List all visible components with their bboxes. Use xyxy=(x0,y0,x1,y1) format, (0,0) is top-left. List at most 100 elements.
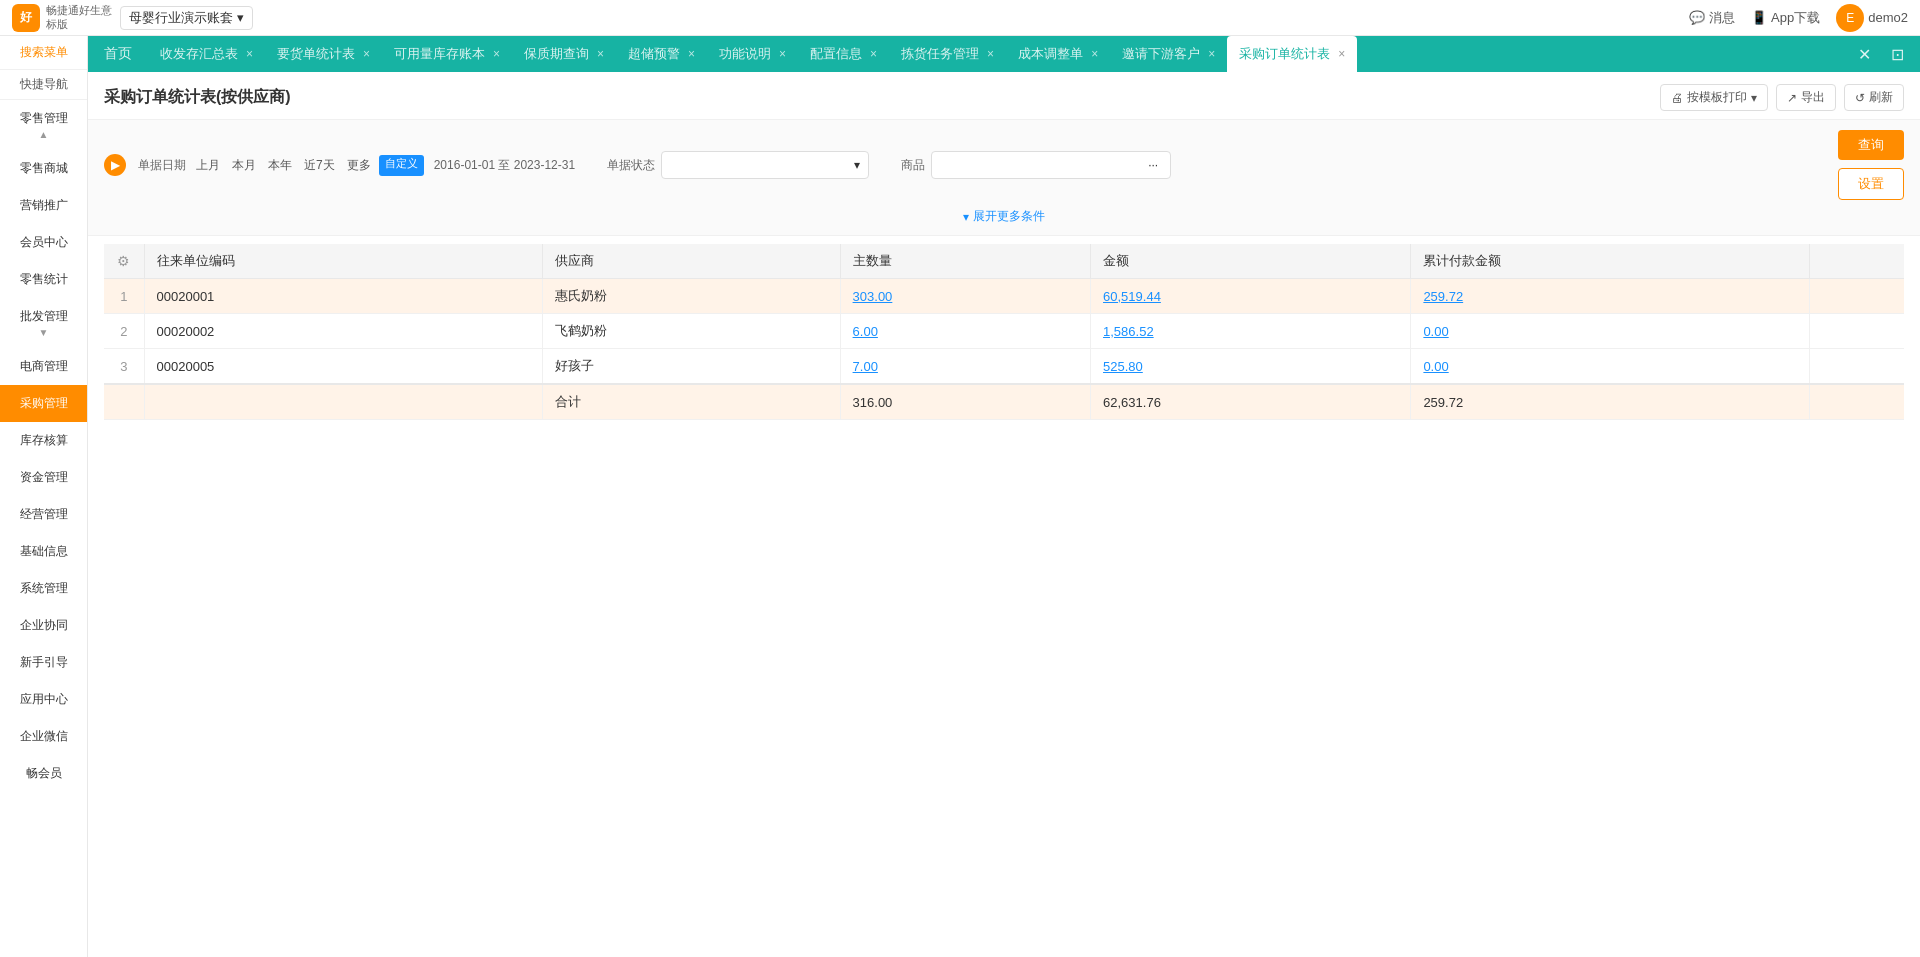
summary-paid: 259.72 xyxy=(1411,384,1809,420)
export-button[interactable]: ↗ 导出 xyxy=(1776,84,1836,111)
filter-bar: ▶ 单据日期 上月 本月 本年 近7天 更多 自定义 2016-01-01 至 … xyxy=(88,120,1920,236)
sidebar-item-retail-shop[interactable]: 零售商城 xyxy=(0,150,87,187)
tab-close-icon[interactable]: × xyxy=(597,47,604,61)
filter-collapse-button[interactable]: ▶ xyxy=(104,154,126,176)
sidebar-item-finance[interactable]: 资金管理 xyxy=(0,459,87,496)
sidebar-item-marketing[interactable]: 营销推广 xyxy=(0,187,87,224)
summary-label: 合计 xyxy=(542,384,840,420)
sidebar-item-retail-management[interactable]: 零售管理 ▲ xyxy=(0,100,87,150)
row-paid[interactable]: 259.72 xyxy=(1411,279,1809,314)
close-window-icon[interactable]: ✕ xyxy=(1850,41,1879,68)
refresh-button[interactable]: ↺ 刷新 xyxy=(1844,84,1904,111)
table-row[interactable]: 1 00020001 惠氏奶粉 303.00 60,519.44 259.72 xyxy=(104,279,1904,314)
row-paid[interactable]: 0.00 xyxy=(1411,314,1809,349)
sidebar-item-basic-info[interactable]: 基础信息 xyxy=(0,533,87,570)
date-range-display: 2016-01-01 至 2023-12-31 xyxy=(434,157,575,174)
sidebar-item-new-guide[interactable]: 新手引导 xyxy=(0,644,87,681)
sidebar-item-enterprise[interactable]: 企业协同 xyxy=(0,607,87,644)
more-btn[interactable]: 更多 xyxy=(343,155,375,176)
date-filter-label: 单据日期 xyxy=(138,157,186,174)
sidebar-item-member[interactable]: 畅会员 xyxy=(0,755,87,792)
sidebar-quick-nav[interactable]: 快捷导航 xyxy=(0,70,87,100)
sidebar-item-purchase[interactable]: 采购管理 xyxy=(0,385,87,422)
tab-close-icon[interactable]: × xyxy=(870,47,877,61)
page-actions: 🖨 按模板打印 ▾ ↗ 导出 ↺ 刷新 xyxy=(1660,84,1904,111)
tab-cost-adjust[interactable]: 成本调整单 × xyxy=(1006,36,1110,72)
sidebar-item-retail-stats[interactable]: 零售统计 xyxy=(0,261,87,298)
download-icon: 📱 xyxy=(1751,10,1767,25)
chevron-down-icon: ▾ xyxy=(237,10,244,25)
tab-close-icon[interactable]: × xyxy=(493,47,500,61)
tab-purchase-stats[interactable]: 采购订单统计表 × xyxy=(1227,36,1357,72)
last-month-btn[interactable]: 上月 xyxy=(192,155,224,176)
sidebar-item-wholesale[interactable]: 批发管理 ▼ xyxy=(0,298,87,348)
goods-filter-group: 商品 ··· xyxy=(901,151,1171,179)
page-header: 采购订单统计表(按供应商) 🖨 按模板打印 ▾ ↗ 导出 ↺ 刷新 xyxy=(88,72,1920,120)
status-filter-group: 单据状态 ▾ xyxy=(607,151,869,179)
sidebar-item-system[interactable]: 系统管理 xyxy=(0,570,87,607)
tab-close-icon[interactable]: × xyxy=(1091,47,1098,61)
logo-icon: 好 xyxy=(12,4,40,32)
sidebar-item-ecommerce[interactable]: 电商管理 xyxy=(0,348,87,385)
row-paid[interactable]: 0.00 xyxy=(1411,349,1809,385)
row-amount[interactable]: 1,586.52 xyxy=(1091,314,1411,349)
partner-code: 00020001 xyxy=(144,279,542,314)
last-7days-btn[interactable]: 近7天 xyxy=(300,155,339,176)
maximize-icon[interactable]: ⊡ xyxy=(1883,41,1912,68)
summary-amount: 62,631.76 xyxy=(1091,384,1411,420)
supplier-name: 好孩子 xyxy=(542,349,840,385)
message-button[interactable]: 💬 消息 xyxy=(1689,9,1735,27)
settings-button[interactable]: 设置 xyxy=(1838,168,1904,200)
table-row[interactable]: 3 00020005 好孩子 7.00 525.80 0.00 xyxy=(104,349,1904,385)
partner-code: 00020005 xyxy=(144,349,542,385)
sidebar-item-operations[interactable]: 经营管理 xyxy=(0,496,87,533)
sidebar-item-inventory[interactable]: 库存核算 xyxy=(0,422,87,459)
logo-area: 好 畅捷通好生意 标版 xyxy=(12,4,112,32)
sidebar-item-membership[interactable]: 会员中心 xyxy=(0,224,87,261)
app-download-button[interactable]: 📱 App下载 xyxy=(1751,9,1820,27)
tab-config-info[interactable]: 配置信息 × xyxy=(798,36,889,72)
user-profile[interactable]: E demo2 xyxy=(1836,4,1908,32)
sidebar-item-app-center[interactable]: 应用中心 xyxy=(0,681,87,718)
row-qty[interactable]: 7.00 xyxy=(840,349,1090,385)
row-qty[interactable]: 6.00 xyxy=(840,314,1090,349)
tab-close-icon[interactable]: × xyxy=(688,47,695,61)
tab-pick-task[interactable]: 拣货任务管理 × xyxy=(889,36,1006,72)
tab-function-desc[interactable]: 功能说明 × xyxy=(707,36,798,72)
tab-home[interactable]: 首页 xyxy=(88,36,148,72)
summary-qty: 316.00 xyxy=(840,384,1090,420)
this-year-btn[interactable]: 本年 xyxy=(264,155,296,176)
goods-input[interactable]: ··· xyxy=(931,151,1171,179)
settings-icon[interactable]: ⚙ xyxy=(117,253,130,269)
this-month-btn[interactable]: 本月 xyxy=(228,155,260,176)
status-dropdown[interactable]: ▾ xyxy=(661,151,869,179)
chevron-down-icon: ▾ xyxy=(1751,91,1757,105)
tab-invite-downstream[interactable]: 邀请下游客户 × xyxy=(1110,36,1227,72)
row-amount[interactable]: 525.80 xyxy=(1091,349,1411,385)
printer-icon: 🖨 xyxy=(1671,91,1683,105)
top-bar-left: 好 畅捷通好生意 标版 母婴行业演示账套 ▾ xyxy=(12,4,253,32)
query-button[interactable]: 查询 xyxy=(1838,130,1904,160)
custom-date-tag[interactable]: 自定义 xyxy=(379,155,424,176)
tab-close-icon[interactable]: × xyxy=(1208,47,1215,61)
row-amount[interactable]: 60,519.44 xyxy=(1091,279,1411,314)
print-button[interactable]: 🖨 按模板打印 ▾ xyxy=(1660,84,1768,111)
tab-overstock[interactable]: 超储预警 × xyxy=(616,36,707,72)
tab-close-icon[interactable]: × xyxy=(987,47,994,61)
sidebar-item-enterprise-wechat[interactable]: 企业微信 xyxy=(0,718,87,755)
tab-close-icon[interactable]: × xyxy=(246,47,253,61)
table-row[interactable]: 2 00020002 飞鹤奶粉 6.00 1,586.52 0.00 xyxy=(104,314,1904,349)
tab-goods-stats[interactable]: 要货单统计表 × xyxy=(265,36,382,72)
row-qty[interactable]: 303.00 xyxy=(840,279,1090,314)
tab-close-icon[interactable]: × xyxy=(779,47,786,61)
tab-close-icon[interactable]: × xyxy=(1338,47,1345,61)
supplier-name: 惠氏奶粉 xyxy=(542,279,840,314)
row-num: 3 xyxy=(104,349,144,385)
tab-collect-pay[interactable]: 收发存汇总表 × xyxy=(148,36,265,72)
expand-more-button[interactable]: ▾ 展开更多条件 xyxy=(963,208,1045,225)
tab-available-stock[interactable]: 可用量库存账本 × xyxy=(382,36,512,72)
tab-close-icon[interactable]: × xyxy=(363,47,370,61)
workspace-selector[interactable]: 母婴行业演示账套 ▾ xyxy=(120,6,253,30)
sidebar-search[interactable]: 搜索菜单 xyxy=(0,36,87,70)
tab-expiry-query[interactable]: 保质期查询 × xyxy=(512,36,616,72)
